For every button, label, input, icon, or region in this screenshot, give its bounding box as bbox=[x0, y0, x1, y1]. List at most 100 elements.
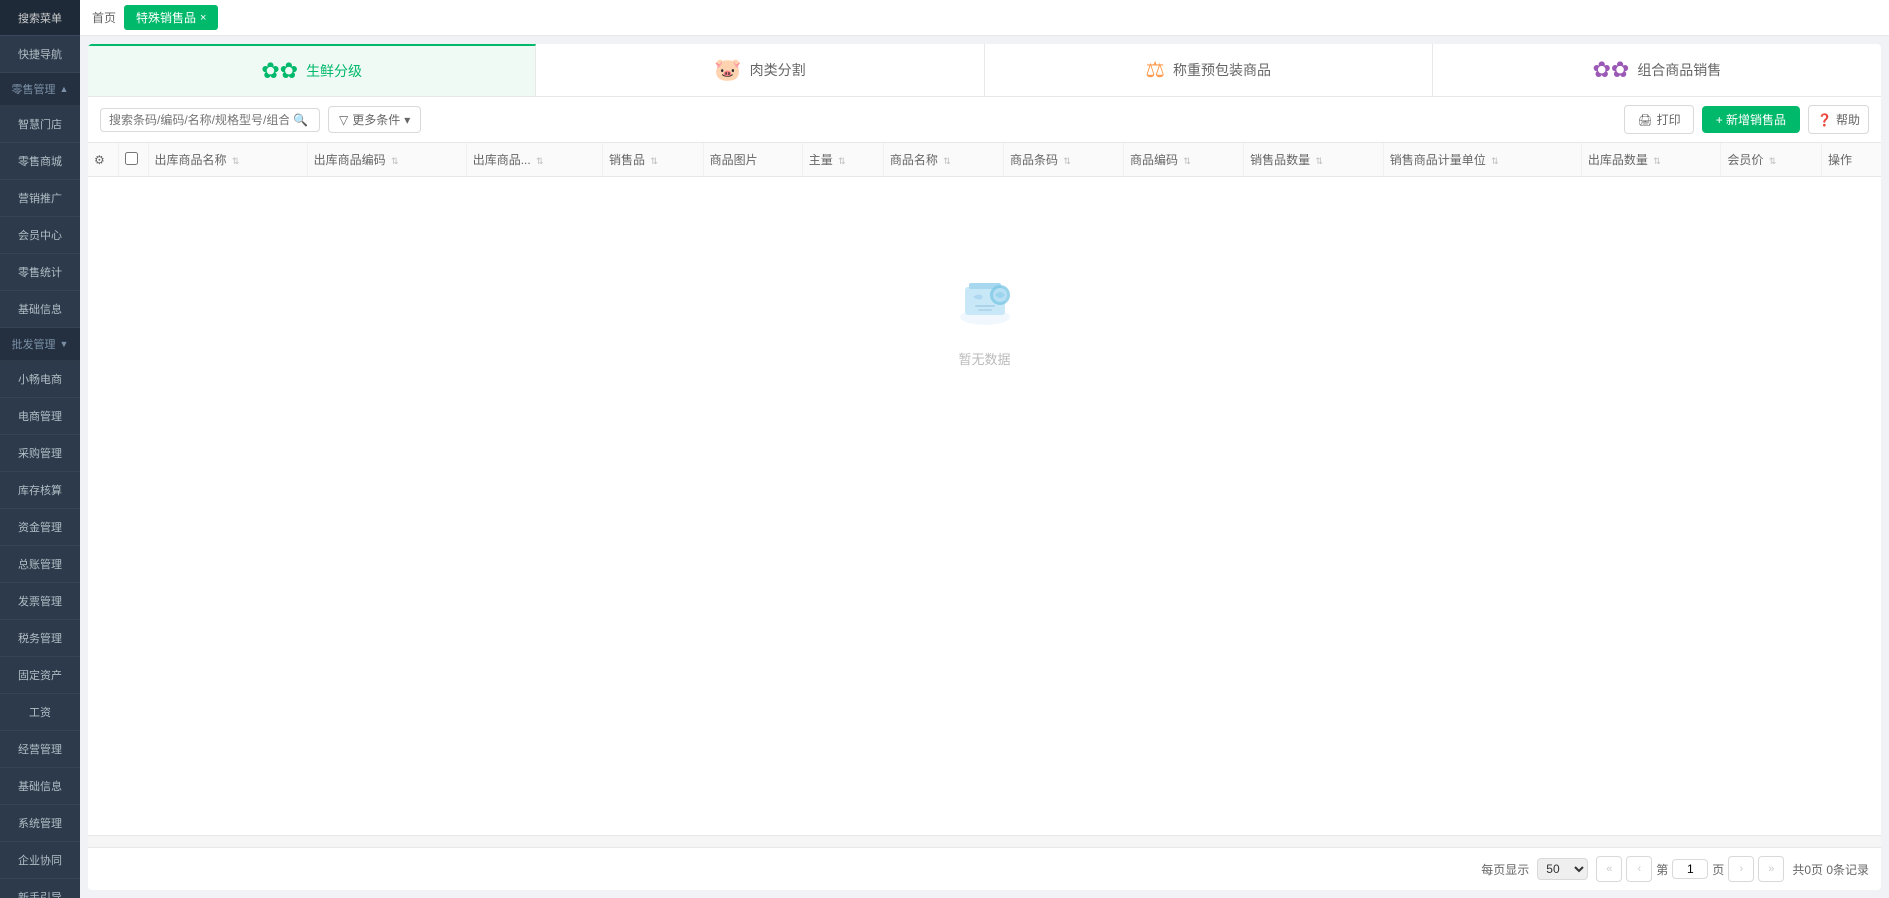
filter-button[interactable]: ▽ 更多条件 ▾ bbox=[328, 106, 421, 133]
sort-icon: ⇅ bbox=[838, 156, 846, 166]
page-total: 共0页 0条记录 bbox=[1792, 861, 1869, 878]
sidebar-item-inventory-calc[interactable]: 库存核算 bbox=[0, 472, 80, 509]
tab-label: 特殊销售品 bbox=[136, 9, 196, 26]
sort-icon: ⇅ bbox=[1491, 156, 1499, 166]
sidebar-item-general-ledger[interactable]: 总账管理 bbox=[0, 546, 80, 583]
sidebar-item-mini-ecom[interactable]: 小畅电商 bbox=[0, 361, 80, 398]
sidebar-item-member-center[interactable]: 会员中心 bbox=[0, 217, 80, 254]
add-sale-item-button[interactable]: + 新增销售品 bbox=[1702, 106, 1800, 133]
search-input[interactable] bbox=[109, 113, 289, 127]
per-page-select[interactable]: 10 20 50 100 bbox=[1537, 858, 1588, 880]
sidebar-item-retail-mall[interactable]: 零售商城 bbox=[0, 143, 80, 180]
sidebar-item-ops-mgmt[interactable]: 经营管理 bbox=[0, 731, 80, 768]
sidebar-item-invoice-mgmt[interactable]: 发票管理 bbox=[0, 583, 80, 620]
search-box[interactable]: 🔍 bbox=[100, 108, 320, 132]
tab-meat-cut[interactable]: 🐷 肉类分割 bbox=[536, 44, 984, 96]
topbar-home[interactable]: 首页 bbox=[92, 9, 116, 26]
per-page-label: 每页显示 bbox=[1481, 861, 1529, 878]
data-table: ⚙ 出库商品名称 ⇅ 出库商品编码 ⇅ 出库商品 bbox=[88, 143, 1881, 448]
th-out-product-info[interactable]: 出库商品... ⇅ bbox=[466, 143, 602, 177]
page-number-input[interactable] bbox=[1672, 859, 1708, 879]
sidebar-item-sales-promo[interactable]: 营销推广 bbox=[0, 180, 80, 217]
sidebar-item-fixed-assets[interactable]: 固定资产 bbox=[0, 657, 80, 694]
th-out-product-code[interactable]: 出库商品编码 ⇅ bbox=[307, 143, 466, 177]
sidebar-item-retail-stats[interactable]: 零售统计 bbox=[0, 254, 80, 291]
tab-fresh-grade-label: 生鲜分级 bbox=[306, 61, 362, 81]
sidebar-item-label: 采购管理 bbox=[18, 445, 62, 461]
help-button[interactable]: ❓ 帮助 bbox=[1808, 105, 1869, 134]
sidebar-item-label: 系统管理 bbox=[18, 815, 62, 831]
sidebar-item-ecom-mgmt[interactable]: 电商管理 bbox=[0, 398, 80, 435]
sidebar-item-label: 资金管理 bbox=[18, 519, 62, 535]
prev-page-icon: ‹ bbox=[1637, 863, 1641, 875]
print-icon: 🖨 bbox=[1637, 113, 1652, 127]
table-container: ⚙ 出库商品名称 ⇅ 出库商品编码 ⇅ 出库商品 bbox=[88, 143, 1881, 835]
print-label: 打印 bbox=[1657, 111, 1681, 128]
sidebar-item-basic-info2[interactable]: 基础信息 bbox=[0, 768, 80, 805]
sidebar-item-capital-mgmt[interactable]: 资金管理 bbox=[0, 509, 80, 546]
sidebar-item-retail-mgmt[interactable]: 零售管理 ▲ bbox=[0, 73, 80, 106]
th-out-qty[interactable]: 出库品数量 ⇅ bbox=[1581, 143, 1721, 177]
th-gear[interactable]: ⚙ bbox=[88, 143, 118, 177]
sidebar-item-label: 零售商城 bbox=[18, 153, 62, 169]
combo-sales-icon: ✿✿ bbox=[1592, 57, 1629, 83]
tab-combo-sales[interactable]: ✿✿ 组合商品销售 bbox=[1433, 44, 1881, 96]
chevron-down-icon: ▾ bbox=[404, 113, 410, 127]
sidebar-item-purchase-mgmt[interactable]: 采购管理 bbox=[0, 435, 80, 472]
empty-state: 暂无数据 bbox=[88, 177, 1881, 448]
topbar-active-tab[interactable]: 特殊销售品 × bbox=[124, 5, 218, 30]
empty-text: 暂无数据 bbox=[958, 349, 1010, 368]
sidebar-item-label: 发票管理 bbox=[18, 593, 62, 609]
sidebar-item-label: 基础信息 bbox=[18, 778, 62, 794]
th-sale-qty[interactable]: 销售品数量 ⇅ bbox=[1244, 143, 1384, 177]
sidebar-item-label: 会员中心 bbox=[18, 227, 62, 243]
sort-icon: ⇅ bbox=[943, 156, 951, 166]
sort-icon: ⇅ bbox=[1769, 156, 1777, 166]
sidebar-item-enterprise-coop[interactable]: 企业协同 bbox=[0, 842, 80, 879]
select-all-checkbox[interactable] bbox=[125, 152, 138, 165]
close-tab-button[interactable]: × bbox=[200, 12, 206, 24]
sidebar: 搜索菜单 快捷导航 零售管理 ▲ 智慧门店 零售商城 营销推广 会员中心 零售统… bbox=[0, 0, 80, 898]
th-checkbox[interactable] bbox=[118, 143, 148, 177]
horizontal-scrollbar[interactable] bbox=[88, 835, 1881, 847]
tab-meat-cut-label: 肉类分割 bbox=[750, 60, 806, 80]
th-actions: 操作 bbox=[1822, 143, 1881, 177]
help-icon: ❓ bbox=[1817, 113, 1832, 127]
sidebar-item-label: 批发管理 bbox=[12, 336, 56, 352]
chevron-icon: ▲ bbox=[60, 84, 69, 94]
th-product-barcode[interactable]: 商品条码 ⇅ bbox=[1003, 143, 1123, 177]
sidebar-item-label: 电商管理 bbox=[18, 408, 62, 424]
sidebar-item-label: 零售统计 bbox=[18, 264, 62, 280]
sidebar-item-basic-info[interactable]: 基础信息 bbox=[0, 291, 80, 328]
next-page-button[interactable]: › bbox=[1728, 856, 1754, 882]
sidebar-item-tax-mgmt[interactable]: 税务管理 bbox=[0, 620, 80, 657]
sidebar-item-label: 税务管理 bbox=[18, 630, 62, 646]
th-sale-unit[interactable]: 销售商品计量单位 ⇅ bbox=[1383, 143, 1581, 177]
sort-icon: ⇅ bbox=[1183, 156, 1191, 166]
th-member-price[interactable]: 会员价 ⇅ bbox=[1721, 143, 1822, 177]
sort-icon: ⇅ bbox=[1316, 156, 1324, 166]
next-page-icon: › bbox=[1739, 863, 1743, 875]
first-page-button[interactable]: « bbox=[1596, 856, 1622, 882]
sidebar-item-label: 总账管理 bbox=[18, 556, 62, 572]
sidebar-item-wages[interactable]: 工资 bbox=[0, 694, 80, 731]
sidebar-item-quick-nav[interactable]: 快捷导航 bbox=[0, 36, 80, 73]
print-button[interactable]: 🖨 打印 bbox=[1624, 105, 1693, 134]
toolbar-left: 🔍 ▽ 更多条件 ▾ bbox=[100, 106, 421, 133]
help-label: 帮助 bbox=[1836, 111, 1860, 128]
sidebar-item-wholesale-mgmt[interactable]: 批发管理 ▼ bbox=[0, 328, 80, 361]
sidebar-item-newbie-guide[interactable]: 新手引导 bbox=[0, 879, 80, 898]
sidebar-item-smart-store[interactable]: 智慧门店 bbox=[0, 106, 80, 143]
sidebar-item-system-mgmt[interactable]: 系统管理 bbox=[0, 805, 80, 842]
tab-weight-pack[interactable]: ⚖ 称重预包装商品 bbox=[985, 44, 1433, 96]
th-out-product-name[interactable]: 出库商品名称 ⇅ bbox=[148, 143, 307, 177]
th-product-name[interactable]: 商品名称 ⇅ bbox=[883, 143, 1003, 177]
th-sale-product[interactable]: 销售品 ⇅ bbox=[603, 143, 704, 177]
main-content: 首页 特殊销售品 × ✿✿ 生鲜分级 🐷 肉类分割 ⚖ 称重预包装商品 ✿✿ 组… bbox=[80, 0, 1889, 898]
tab-fresh-grade[interactable]: ✿✿ 生鲜分级 bbox=[88, 44, 536, 96]
prev-page-button[interactable]: ‹ bbox=[1626, 856, 1652, 882]
th-product-code[interactable]: 商品编码 ⇅ bbox=[1124, 143, 1244, 177]
last-page-button[interactable]: » bbox=[1758, 856, 1784, 882]
sidebar-logo[interactable]: 搜索菜单 bbox=[0, 0, 80, 36]
th-main-weight[interactable]: 主量 ⇅ bbox=[802, 143, 883, 177]
